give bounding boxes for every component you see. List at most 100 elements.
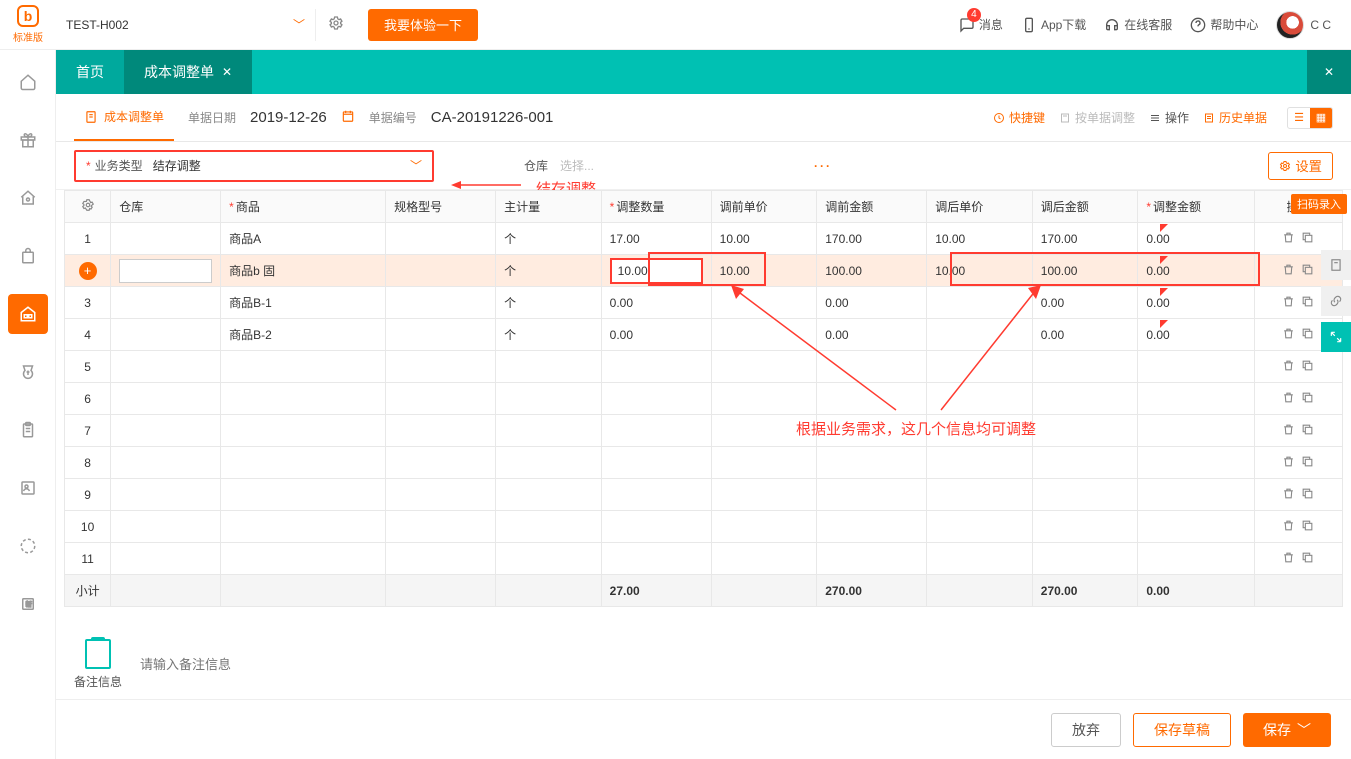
messages-link[interactable]: 4 消息 [959, 16, 1003, 33]
delete-icon[interactable] [1282, 329, 1295, 343]
add-row-button[interactable]: + [79, 262, 97, 280]
nav-new-icon[interactable]: 新 [8, 584, 48, 624]
cell-qty[interactable] [601, 511, 711, 543]
cell-qty[interactable]: 0.00 [601, 319, 711, 351]
cell-warehouse[interactable] [111, 447, 221, 479]
rail-link-icon[interactable] [1321, 286, 1351, 316]
table-row[interactable]: 4商品B-2个0.000.000.000.00 [65, 319, 1343, 351]
cell-adj-amount[interactable]: 0.00 [1138, 255, 1255, 287]
cell-qty[interactable] [601, 479, 711, 511]
cell-spec[interactable] [386, 479, 496, 511]
close-icon[interactable]: ✕ [222, 65, 232, 79]
cell-after-price[interactable] [927, 479, 1033, 511]
cell-after-amount[interactable] [1032, 447, 1138, 479]
cell-warehouse[interactable] [111, 223, 221, 255]
cell-spec[interactable] [386, 351, 496, 383]
cell-warehouse[interactable] [111, 319, 221, 351]
nav-loading-icon[interactable] [8, 526, 48, 566]
nav-bag-icon[interactable] [8, 236, 48, 276]
settings-button[interactable]: 设置 [1268, 152, 1333, 180]
table-row[interactable]: 3商品B-1个0.000.000.000.00 [65, 287, 1343, 319]
table-row[interactable]: 10 [65, 511, 1343, 543]
cell-warehouse[interactable] [111, 511, 221, 543]
calendar-icon[interactable] [341, 109, 355, 126]
cell-adj-amount[interactable] [1138, 479, 1255, 511]
cell-adj-amount[interactable] [1138, 415, 1255, 447]
table-row[interactable]: 7 [65, 415, 1343, 447]
history-link[interactable]: 历史单据 [1203, 109, 1267, 126]
cell-product[interactable] [221, 383, 386, 415]
more-icon[interactable]: ··· [814, 159, 832, 173]
operate-link[interactable]: 操作 [1149, 109, 1189, 126]
gear-column-header[interactable] [65, 191, 111, 223]
cell-adj-amount[interactable] [1138, 543, 1255, 575]
delete-icon[interactable] [1282, 233, 1295, 247]
nav-warehouse-icon[interactable] [8, 294, 48, 334]
cell-after-amount[interactable]: 100.00 [1032, 255, 1138, 287]
discard-button[interactable]: 放弃 [1051, 713, 1121, 747]
try-button[interactable]: 我要体验一下 [368, 9, 478, 41]
delete-icon[interactable] [1282, 553, 1295, 567]
cell-warehouse[interactable] [111, 255, 221, 287]
rail-expand-icon[interactable] [1321, 322, 1351, 352]
cell-after-amount[interactable] [1032, 479, 1138, 511]
delete-icon[interactable] [1282, 521, 1295, 535]
table-row[interactable]: 1商品A个17.0010.00170.0010.00170.000.00 [65, 223, 1343, 255]
tab-home[interactable]: 首页 [56, 50, 124, 94]
cell-adj-amount[interactable] [1138, 511, 1255, 543]
cell-qty[interactable] [601, 415, 711, 447]
settings-icon[interactable] [316, 15, 356, 34]
nav-cloud-icon[interactable] [8, 178, 48, 218]
table-row[interactable]: 9 [65, 479, 1343, 511]
cell-product[interactable]: 商品A [221, 223, 386, 255]
tabs-close-all[interactable]: ✕ [1307, 50, 1351, 94]
cell-adj-amount[interactable]: 0.00 [1138, 287, 1255, 319]
cell-qty[interactable]: 0.00 [601, 287, 711, 319]
cell-product[interactable] [221, 447, 386, 479]
delete-icon[interactable] [1282, 425, 1295, 439]
nav-money-icon[interactable] [8, 352, 48, 392]
cell-adj-amount[interactable]: 0.00 [1138, 319, 1255, 351]
tenant-selector[interactable]: TEST-H002 ﹀ [56, 9, 316, 41]
qty-input[interactable]: 10.00 [610, 258, 703, 284]
cell-warehouse[interactable] [111, 287, 221, 319]
copy-icon[interactable] [1301, 297, 1314, 311]
cell-warehouse[interactable] [111, 543, 221, 575]
tab-cost-adjustment[interactable]: 成本调整单 ✕ [124, 50, 252, 94]
nav-clipboard-icon[interactable] [8, 410, 48, 450]
cell-adj-amount[interactable] [1138, 351, 1255, 383]
cell-adj-amount[interactable]: 0.00 [1138, 223, 1255, 255]
delete-icon[interactable] [1282, 393, 1295, 407]
delete-icon[interactable] [1282, 457, 1295, 471]
table-row[interactable]: 6 [65, 383, 1343, 415]
table-row[interactable]: +商品b 固个10.0010.00100.0010.00100.000.00 [65, 255, 1343, 287]
cell-warehouse[interactable] [111, 415, 221, 447]
cell-product[interactable] [221, 479, 386, 511]
cell-after-price[interactable] [927, 543, 1033, 575]
cell-product[interactable]: 商品B-2 [221, 319, 386, 351]
save-draft-button[interactable]: 保存草稿 [1133, 713, 1231, 747]
customer-service-link[interactable]: 在线客服 [1104, 16, 1172, 33]
cell-qty[interactable] [601, 351, 711, 383]
cell-spec[interactable] [386, 447, 496, 479]
cell-qty[interactable]: 17.00 [601, 223, 711, 255]
cell-qty[interactable]: 10.00 [601, 255, 711, 287]
table-row[interactable]: 8 [65, 447, 1343, 479]
cell-qty[interactable] [601, 383, 711, 415]
delete-icon[interactable] [1282, 489, 1295, 503]
copy-icon[interactable] [1301, 361, 1314, 375]
remark-input[interactable] [140, 657, 1333, 672]
cell-product[interactable] [221, 511, 386, 543]
cell-spec[interactable] [386, 383, 496, 415]
delete-icon[interactable] [1282, 265, 1295, 279]
copy-icon[interactable] [1301, 489, 1314, 503]
rail-note-icon[interactable] [1321, 250, 1351, 280]
cell-spec[interactable] [386, 255, 496, 287]
cell-after-price[interactable]: 10.00 [927, 255, 1033, 287]
cell-spec[interactable] [386, 319, 496, 351]
cell-warehouse[interactable] [111, 351, 221, 383]
copy-icon[interactable] [1301, 425, 1314, 439]
cell-after-amount[interactable] [1032, 511, 1138, 543]
help-center-link[interactable]: 帮助中心 [1190, 16, 1258, 33]
nav-gift-icon[interactable] [8, 120, 48, 160]
